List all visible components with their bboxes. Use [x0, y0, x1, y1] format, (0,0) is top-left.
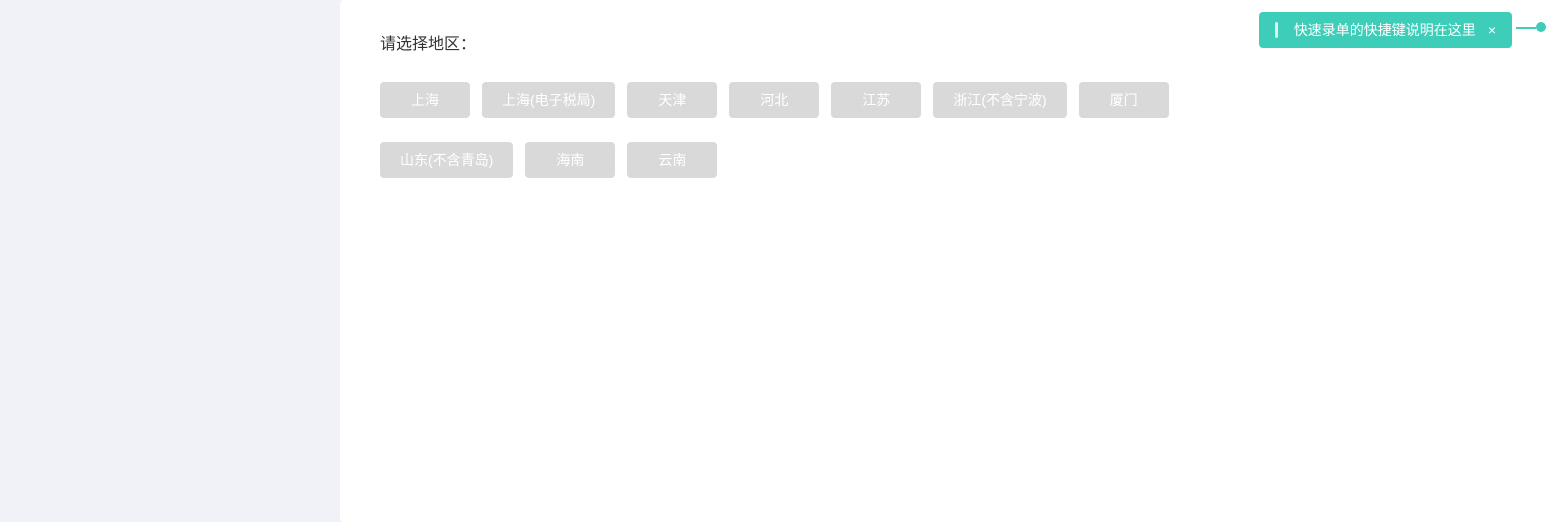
tooltip-connector	[1516, 27, 1536, 29]
tooltip-banner: 快速录单的快捷键说明在这里 ×	[1259, 12, 1512, 48]
region-btn-shandong[interactable]: 山东(不含青岛)	[380, 142, 513, 178]
main-content: 请选择地区： 上海上海(电子税局)天津河北江苏浙江(不含宁波)厦门山东(不含青岛…	[340, 0, 1562, 522]
region-btn-hainan[interactable]: 海南	[525, 142, 615, 178]
region-btn-jiangsu[interactable]: 江苏	[831, 82, 921, 118]
region-btn-shanghai-etax[interactable]: 上海(电子税局)	[482, 82, 615, 118]
region-btn-zhejiang[interactable]: 浙江(不含宁波)	[933, 82, 1066, 118]
tooltip-close-button[interactable]: ×	[1488, 23, 1496, 37]
region-btn-hebei[interactable]: 河北	[729, 82, 819, 118]
tooltip-dot	[1536, 22, 1546, 32]
left-sidebar	[0, 0, 340, 522]
region-btn-shanghai[interactable]: 上海	[380, 82, 470, 118]
region-btn-yunnan[interactable]: 云南	[627, 142, 717, 178]
tooltip-text: 快速录单的快捷键说明在这里	[1294, 20, 1476, 40]
region-buttons-container: 上海上海(电子税局) 天津河北江苏浙江(不含宁波) 厦门山东(不含青岛) 海南云南	[380, 82, 1522, 178]
region-btn-xiamen[interactable]: 厦门	[1079, 82, 1169, 118]
region-btn-tianjin[interactable]: 天津	[627, 82, 717, 118]
